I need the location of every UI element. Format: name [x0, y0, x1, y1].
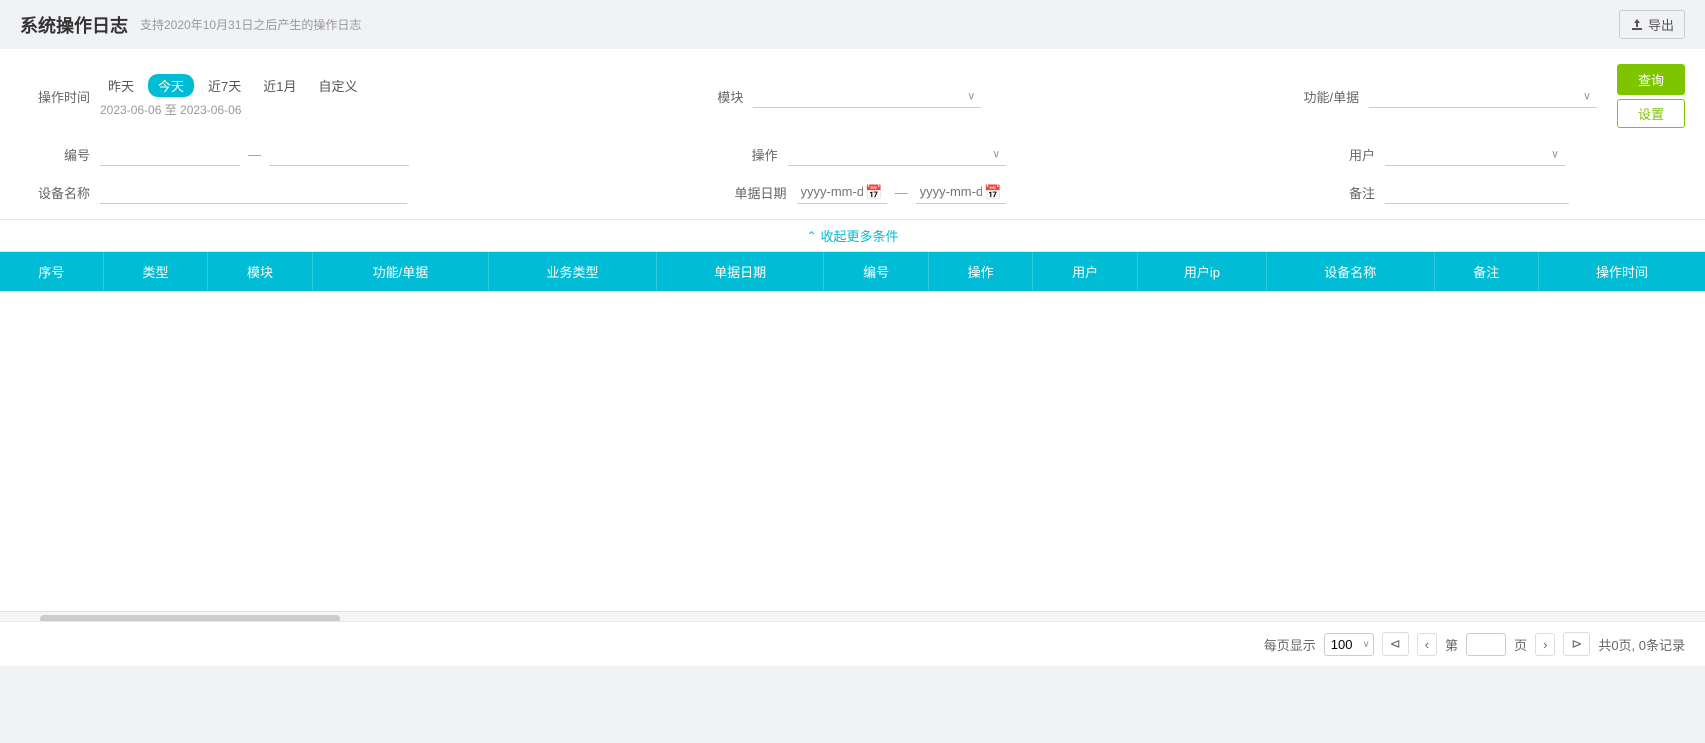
date-separator: — — [887, 185, 916, 200]
table-col-header: 类型 — [103, 252, 207, 291]
data-table: 序号类型模块功能/单据业务类型单据日期编号操作用户用户ip设备名称备注操作时间 — [0, 252, 1705, 291]
table-col-header: 备注 — [1434, 252, 1538, 291]
calendar-icon-from[interactable]: 📅 — [865, 184, 882, 201]
voucher-date-label: 单据日期 — [707, 183, 797, 202]
date-range-text: 2023-06-06 至 2023-06-06 — [100, 101, 366, 118]
number-label: 编号 — [20, 145, 100, 164]
table-col-header: 编号 — [824, 252, 928, 291]
device-input[interactable] — [100, 180, 407, 204]
today-btn[interactable]: 今天 — [148, 74, 194, 97]
collapse-bar[interactable]: ⌃ 收起更多条件 — [0, 220, 1705, 252]
export-icon — [1630, 18, 1644, 32]
table-col-header: 单据日期 — [656, 252, 824, 291]
yesterday-btn[interactable]: 昨天 — [100, 74, 142, 97]
filter-row-2: 编号 — 操作 用户 — [20, 142, 1685, 166]
page-size-label: 每页显示 — [1264, 635, 1316, 654]
page-number-input[interactable]: 1 — [1466, 633, 1506, 656]
table-wrapper: 序号类型模块功能/单据业务类型单据日期编号操作用户用户ip设备名称备注操作时间 — [0, 252, 1705, 291]
operation-section: 操作 — [708, 142, 1007, 166]
settings-button[interactable]: 设置 — [1617, 99, 1685, 128]
remark-input[interactable] — [1385, 180, 1569, 204]
page-after-label: 页 — [1514, 635, 1527, 654]
empty-area — [0, 291, 1705, 611]
module-select-wrapper — [753, 84, 981, 108]
page-size-wrapper: 100 50 200 — [1324, 633, 1374, 656]
filter-row-1: 操作时间 昨天 今天 近7天 近1月 自定义 2023-06-06 至 2023… — [20, 64, 1685, 128]
time-label: 操作时间 — [20, 87, 100, 106]
prev-page-btn[interactable]: ‹ — [1417, 633, 1437, 656]
next-page-btn[interactable]: › — [1535, 633, 1555, 656]
filter-panel: 操作时间 昨天 今天 近7天 近1月 自定义 2023-06-06 至 2023… — [0, 49, 1705, 220]
table-col-header: 操作 — [928, 252, 1032, 291]
table-col-header: 用户 — [1033, 252, 1137, 291]
remark-label: 备注 — [1305, 183, 1385, 202]
table-col-header: 序号 — [0, 252, 103, 291]
func-label: 功能/单据 — [1289, 87, 1369, 106]
table-col-header: 业务类型 — [489, 252, 657, 291]
first-page-btn[interactable]: ⊲ — [1382, 632, 1409, 656]
module-label: 模块 — [673, 87, 753, 106]
table-col-header: 用户ip — [1137, 252, 1266, 291]
user-label: 用户 — [1305, 145, 1385, 164]
custom-btn[interactable]: 自定义 — [311, 74, 366, 97]
last1month-btn[interactable]: 近1月 — [255, 74, 304, 97]
number-input-to[interactable] — [269, 142, 409, 166]
user-section: 用户 — [1305, 142, 1685, 166]
collapse-label: 收起更多条件 — [821, 226, 899, 245]
export-button[interactable]: 导出 — [1619, 10, 1685, 39]
calendar-icon-to[interactable]: 📅 — [984, 184, 1001, 201]
scrollbar-thumb — [40, 615, 340, 621]
remark-section: 备注 — [1305, 180, 1685, 204]
operation-select[interactable] — [788, 142, 1007, 166]
date-from-wrapper: 📅 — [797, 180, 887, 204]
user-select-wrapper — [1385, 142, 1565, 166]
func-section: 功能/单据 — [1289, 84, 1597, 108]
collapse-chevron-icon: ⌃ — [806, 229, 816, 243]
page-title: 系统操作日志 — [20, 12, 128, 38]
module-select[interactable] — [753, 84, 981, 108]
table-col-header: 功能/单据 — [312, 252, 488, 291]
table-col-header: 模块 — [208, 252, 312, 291]
time-section: 昨天 今天 近7天 近1月 自定义 2023-06-06 至 2023-06-0… — [100, 74, 366, 118]
page-size-select[interactable]: 100 50 200 — [1324, 633, 1374, 656]
time-shortcuts: 昨天 今天 近7天 近1月 自定义 — [100, 74, 366, 97]
user-select[interactable] — [1385, 142, 1565, 166]
device-label: 设备名称 — [20, 183, 100, 202]
scrollbar-area[interactable] — [0, 611, 1705, 621]
operation-label: 操作 — [708, 145, 788, 164]
date-to-wrapper: 📅 — [916, 180, 1006, 204]
number-input-from[interactable] — [100, 142, 240, 166]
pagination-bar: 每页显示 100 50 200 ⊲ ‹ 第 1 页 › ⊳ 共0页, 0条记录 — [0, 621, 1705, 666]
number-separator: — — [240, 147, 269, 162]
last-page-btn[interactable]: ⊳ — [1563, 632, 1590, 656]
filter-row-3: 设备名称 单据日期 📅 — 📅 备注 — [20, 180, 1685, 204]
module-section: 模块 — [673, 84, 981, 108]
operation-select-wrapper — [788, 142, 1007, 166]
table-header-row: 序号类型模块功能/单据业务类型单据日期编号操作用户用户ip设备名称备注操作时间 — [0, 252, 1705, 291]
last7-btn[interactable]: 近7天 — [200, 74, 249, 97]
voucher-date-section: 单据日期 📅 — 📅 — [707, 180, 1006, 204]
total-info: 共0页, 0条记录 — [1598, 635, 1685, 654]
func-select-wrapper — [1369, 84, 1597, 108]
query-button[interactable]: 查询 — [1617, 64, 1685, 95]
action-buttons: 查询 设置 — [1617, 64, 1685, 128]
page-before-label: 第 — [1445, 635, 1458, 654]
page-header: 系统操作日志 支持2020年10月31日之后产生的操作日志 导出 — [0, 0, 1705, 49]
export-label: 导出 — [1648, 15, 1674, 34]
page-subtitle: 支持2020年10月31日之后产生的操作日志 — [140, 16, 361, 33]
table-col-header: 设备名称 — [1266, 252, 1434, 291]
func-select[interactable] — [1369, 84, 1597, 108]
table-col-header: 操作时间 — [1539, 252, 1705, 291]
